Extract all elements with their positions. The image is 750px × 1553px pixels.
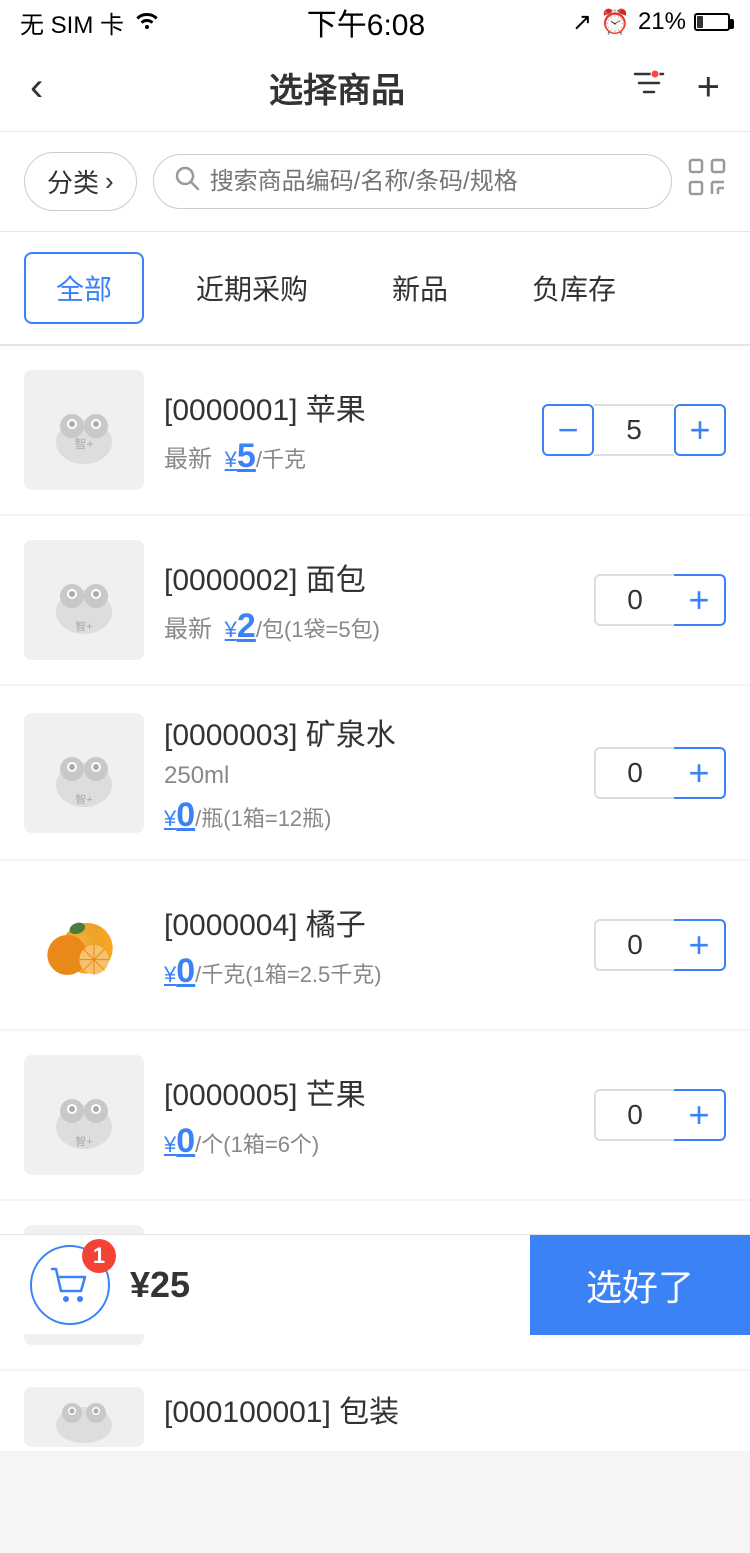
product-price: ¥0/千克(1箱=2.5千克): [164, 952, 574, 991]
tab-recent[interactable]: 近期采购: [164, 252, 340, 324]
category-label: 分类: [47, 163, 99, 200]
product-name: [000100001] 包装: [164, 1387, 726, 1431]
alarm-icon: ⏰: [600, 8, 630, 37]
nav-actions: +: [631, 65, 720, 110]
product-image: 智+: [24, 1055, 144, 1175]
increase-button[interactable]: +: [674, 1089, 726, 1141]
quantity-control: +: [594, 1089, 726, 1141]
product-info: [0000005] 芒果 ¥0/个(1箱=6个): [164, 1070, 574, 1161]
quantity-control: − +: [542, 404, 726, 456]
search-input[interactable]: [210, 168, 651, 196]
product-price: ¥0/个(1箱=6个): [164, 1122, 574, 1161]
decrease-button[interactable]: −: [542, 404, 594, 456]
confirm-label: 选好了: [586, 1259, 694, 1311]
svg-text:智+: 智+: [75, 792, 92, 806]
product-image: 智+: [24, 540, 144, 660]
product-name: [0000003] 矿泉水: [164, 710, 574, 754]
quantity-control: +: [594, 919, 726, 971]
quantity-input[interactable]: [594, 404, 674, 456]
category-button[interactable]: 分类 ›: [24, 152, 137, 211]
product-name: [0000004] 橘子: [164, 900, 574, 944]
quantity-input[interactable]: [594, 919, 674, 971]
nav-bar: ‹ 选择商品 +: [0, 44, 750, 132]
list-item: 智+ [0000003] 矿泉水 250ml ¥0/瓶(1箱=12瓶) +: [0, 686, 750, 859]
cart-badge: 1: [82, 1239, 116, 1273]
cart-total: ¥25: [130, 1264, 190, 1306]
quantity-control: +: [594, 747, 726, 799]
product-info: [0000003] 矿泉水 250ml ¥0/瓶(1箱=12瓶): [164, 710, 574, 835]
wifi-icon: [134, 8, 160, 36]
back-button[interactable]: ‹: [30, 65, 43, 110]
bottom-bar: 1 ¥25 选好了: [0, 1234, 750, 1334]
product-spec: 250ml: [164, 762, 574, 790]
location-icon: ↗: [572, 8, 592, 37]
product-name: [0000001] 苹果: [164, 385, 522, 429]
quantity-control: +: [594, 574, 726, 626]
tab-new[interactable]: 新品: [360, 252, 480, 324]
product-image: 智+: [24, 370, 144, 490]
increase-button[interactable]: +: [674, 574, 726, 626]
product-name: [0000002] 面包: [164, 555, 574, 599]
product-info: [0000001] 苹果 最新 ¥5/千克: [164, 385, 522, 476]
product-info: [0000002] 面包 最新 ¥2/包(1袋=5包): [164, 555, 574, 646]
increase-button[interactable]: +: [674, 919, 726, 971]
status-left: 无 SIM 卡: [20, 5, 160, 40]
list-item: 智+ [0000001] 苹果 最新 ¥5/千克 − +: [0, 346, 750, 514]
confirm-button[interactable]: 选好了: [530, 1235, 750, 1335]
search-icon: [174, 165, 200, 198]
product-price: 最新 ¥5/千克: [164, 437, 522, 476]
quantity-input[interactable]: [594, 1089, 674, 1141]
increase-button[interactable]: +: [674, 404, 726, 456]
tab-all[interactable]: 全部: [24, 252, 144, 324]
battery-icon: [694, 13, 730, 31]
quantity-input[interactable]: [594, 747, 674, 799]
tab-negative[interactable]: 负库存: [500, 252, 648, 324]
cart-icon-button[interactable]: 1: [30, 1245, 110, 1325]
product-image: [24, 885, 144, 1005]
product-image: 智+: [24, 713, 144, 833]
product-name: [0000005] 芒果: [164, 1070, 574, 1114]
product-price: ¥0/瓶(1箱=12瓶): [164, 796, 574, 835]
svg-text:智+: 智+: [75, 619, 92, 633]
product-info: [0000004] 橘子 ¥0/千克(1箱=2.5千克): [164, 900, 574, 991]
increase-button[interactable]: +: [674, 747, 726, 799]
status-right: ↗ ⏰ 21%: [572, 8, 730, 37]
list-item: 智+ [0000005] 芒果 ¥0/个(1箱=6个) +: [0, 1031, 750, 1199]
svg-text:智+: 智+: [75, 1134, 92, 1148]
cart-section: 1 ¥25: [0, 1245, 530, 1325]
svg-text:智+: 智+: [74, 436, 93, 451]
battery-text: 21%: [638, 8, 686, 36]
chevron-right-icon: ›: [105, 166, 114, 197]
product-price: 最新 ¥2/包(1袋=5包): [164, 607, 574, 646]
list-item: [0000004] 橘子 ¥0/千克(1箱=2.5千克) +: [0, 861, 750, 1029]
filter-tabs: 全部 近期采购 新品 负库存: [0, 232, 750, 346]
list-item: [000100001] 包装: [0, 1371, 750, 1451]
quantity-input[interactable]: [594, 574, 674, 626]
search-box: [153, 154, 672, 209]
product-info: [000100001] 包装: [164, 1387, 726, 1439]
add-button[interactable]: +: [697, 65, 720, 110]
carrier-text: 无 SIM 卡: [20, 5, 124, 40]
toolbar: 分类 ›: [0, 132, 750, 232]
page-title: 选择商品: [269, 63, 405, 112]
filter-icon[interactable]: [631, 66, 667, 109]
status-time: 下午6:08: [307, 0, 425, 44]
status-bar: 无 SIM 卡 下午6:08 ↗ ⏰ 21%: [0, 0, 750, 44]
product-image: [24, 1387, 144, 1447]
scan-icon[interactable]: [688, 158, 726, 206]
list-item: 智+ [0000002] 面包 最新 ¥2/包(1袋=5包) +: [0, 516, 750, 684]
